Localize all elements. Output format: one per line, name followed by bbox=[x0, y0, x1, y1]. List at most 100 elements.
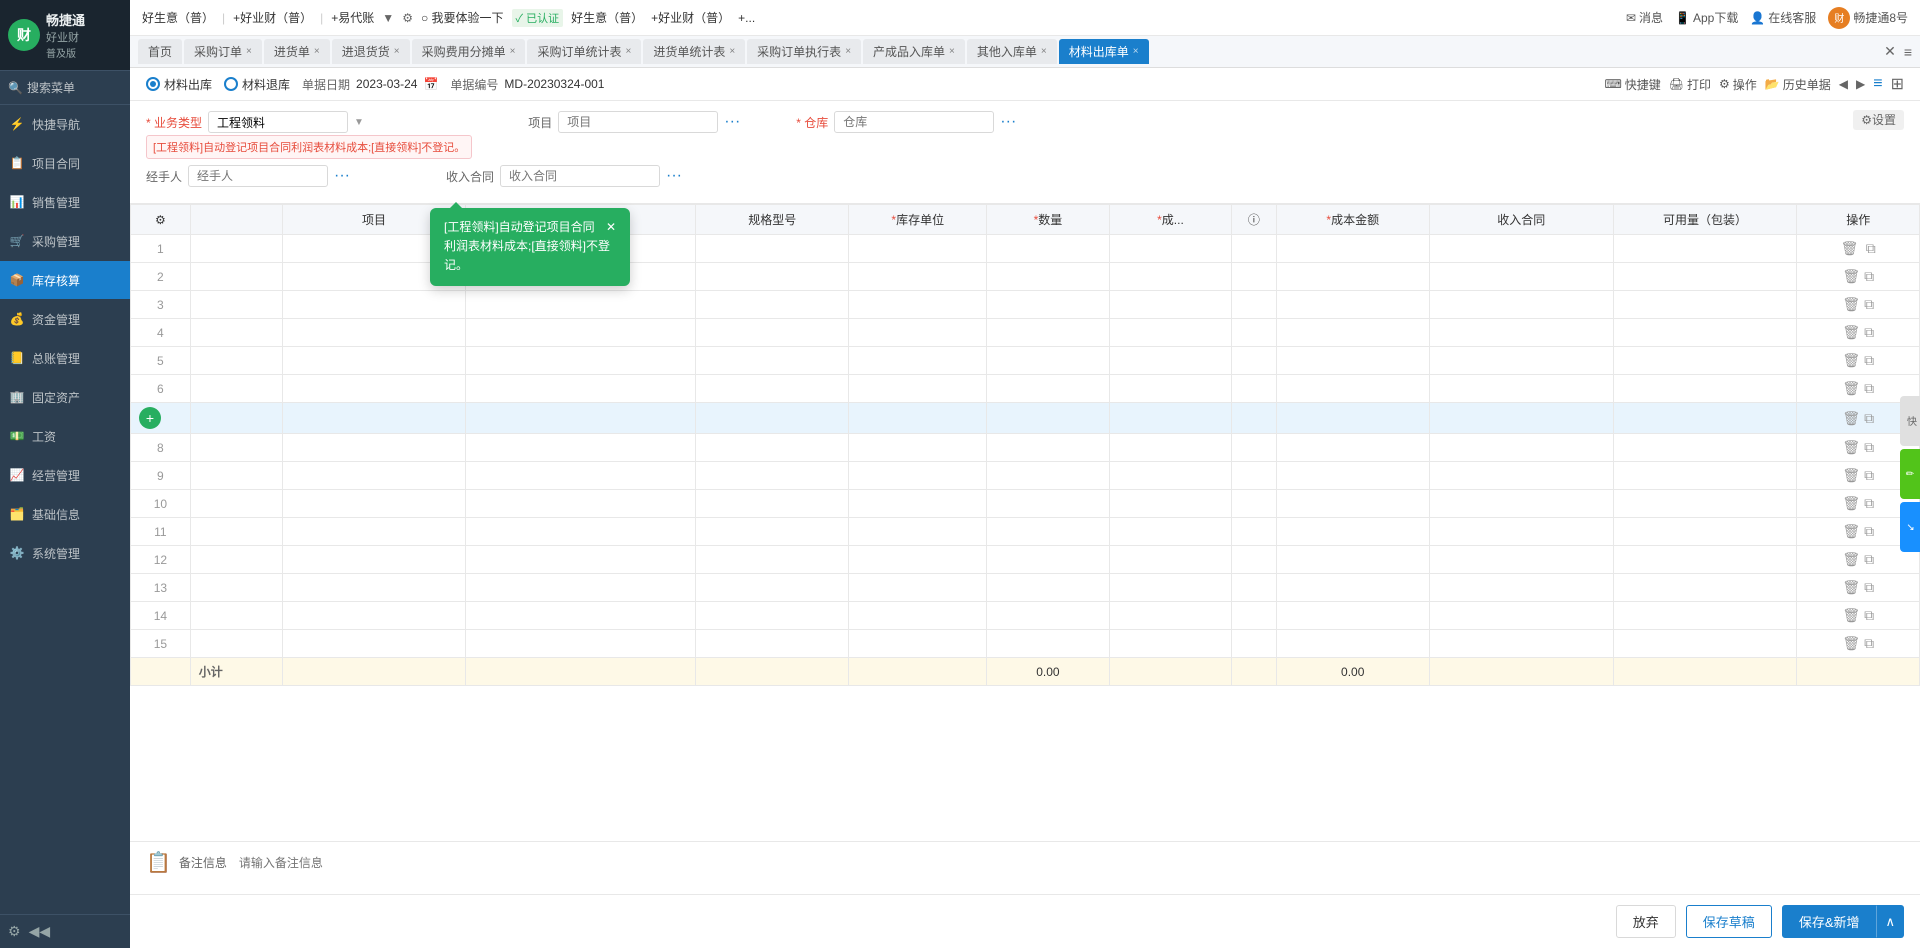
agent-dots-btn[interactable]: ··· bbox=[334, 168, 350, 184]
tab-purchase-return[interactable]: 进退货货× bbox=[332, 39, 410, 64]
project-input[interactable] bbox=[558, 111, 718, 133]
sidebar-item-inventory[interactable]: 📦 库存核算 bbox=[0, 261, 130, 300]
topbar-trial[interactable]: ○ 我要体验一下 bbox=[421, 9, 504, 26]
sidebar-item-project[interactable]: 📋 项目合同 bbox=[0, 144, 130, 183]
warehouse-input[interactable] bbox=[834, 111, 994, 133]
tooltip-close-btn[interactable]: ✕ bbox=[606, 218, 616, 237]
radio-material-out[interactable]: 材料出库 bbox=[146, 76, 212, 93]
tab-list-btn[interactable]: ≡ bbox=[1904, 44, 1912, 60]
delete-row-15-btn[interactable]: 🗑 bbox=[1842, 635, 1860, 651]
sidebar-item-system[interactable]: ⚙️ 系统管理 bbox=[0, 534, 130, 573]
sidebar-item-assets[interactable]: 🏢 固定资产 bbox=[0, 378, 130, 417]
delete-row-7-btn[interactable]: 🗑 bbox=[1842, 410, 1860, 426]
sidebar-settings-btn[interactable]: ⚙ bbox=[8, 923, 21, 940]
tab-close-purchase-order[interactable]: × bbox=[246, 46, 252, 57]
delete-row-3-btn[interactable]: 🗑 bbox=[1842, 296, 1860, 312]
delete-row-5-btn[interactable]: 🗑 bbox=[1842, 352, 1860, 368]
new-row-project-input[interactable] bbox=[291, 411, 458, 425]
topbar-online-service-btn[interactable]: 👤 在线客服 bbox=[1750, 9, 1816, 26]
copy-row-6-btn[interactable]: ⧉ bbox=[1864, 380, 1874, 396]
td-quantity-1[interactable] bbox=[987, 235, 1110, 263]
tab-other-in[interactable]: 其他入库单× bbox=[967, 39, 1057, 64]
quick-key-btn[interactable]: ⌨ 快捷键 bbox=[1604, 76, 1660, 93]
copy-row-10-btn[interactable]: ⧉ bbox=[1864, 495, 1874, 511]
save-draft-btn[interactable]: 保存草稿 bbox=[1686, 905, 1772, 938]
delete-row-11-btn[interactable]: 🗑 bbox=[1842, 523, 1860, 539]
project-dots-btn[interactable]: ··· bbox=[724, 114, 740, 130]
delete-row-12-btn[interactable]: 🗑 bbox=[1842, 551, 1860, 567]
td-cost-1[interactable] bbox=[1109, 235, 1232, 263]
copy-row-8-btn[interactable]: ⧉ bbox=[1864, 439, 1874, 455]
sidebar-item-sales[interactable]: 📊 销售管理 bbox=[0, 183, 130, 222]
tab-purchase-expense[interactable]: 采购费用分摊单× bbox=[412, 39, 526, 64]
topbar-link-3[interactable]: +易代账 bbox=[331, 9, 374, 26]
tab-close-purchase-in[interactable]: × bbox=[314, 46, 320, 57]
tab-purchase-order[interactable]: 采购订单× bbox=[184, 39, 262, 64]
warehouse-dots-btn[interactable]: ··· bbox=[1000, 114, 1016, 130]
tab-close-purchase-order-stats[interactable]: × bbox=[625, 46, 631, 57]
tab-purchase-order-exec[interactable]: 采购订单执行表× bbox=[747, 39, 861, 64]
delete-row-6-btn[interactable]: 🗑 bbox=[1842, 380, 1860, 396]
tab-material-out[interactable]: 材料出库单× bbox=[1059, 39, 1149, 64]
notes-input[interactable] bbox=[235, 850, 1904, 886]
tab-purchase-order-stats[interactable]: 采购订单统计表× bbox=[527, 39, 641, 64]
right-panel-btn-2[interactable]: ✏ bbox=[1900, 449, 1920, 499]
sidebar-item-quick-nav[interactable]: ⚡ 快捷导航 bbox=[0, 105, 130, 144]
sidebar-item-finance[interactable]: 💰 资金管理 bbox=[0, 300, 130, 339]
right-panel-btn-1[interactable]: 快 bbox=[1900, 396, 1920, 446]
copy-row-12-btn[interactable]: ⧉ bbox=[1864, 551, 1874, 567]
user-avatar-btn[interactable]: 财 畅捷通8号 bbox=[1828, 7, 1908, 29]
delete-row-9-btn[interactable]: 🗑 bbox=[1842, 467, 1860, 483]
delete-row-10-btn[interactable]: 🗑 bbox=[1842, 495, 1860, 511]
copy-row-2-btn[interactable]: ⧉ bbox=[1864, 268, 1874, 284]
topbar-link-1[interactable]: 好生意（普） bbox=[142, 9, 214, 26]
save-new-btn[interactable]: 保存&新增 bbox=[1782, 905, 1877, 938]
copy-row-11-btn[interactable]: ⧉ bbox=[1864, 523, 1874, 539]
td-cost-amount-1[interactable] bbox=[1276, 235, 1429, 263]
nav-next-btn[interactable]: ▶ bbox=[1856, 77, 1865, 91]
radio-material-return[interactable]: 材料退库 bbox=[224, 76, 290, 93]
sidebar-item-payroll[interactable]: 💵 工资 bbox=[0, 417, 130, 456]
copy-row-15-btn[interactable]: ⧉ bbox=[1864, 635, 1874, 651]
tab-close-purchase-in-stats[interactable]: × bbox=[729, 46, 735, 57]
nav-prev-btn[interactable]: ◀ bbox=[1839, 77, 1848, 91]
copy-row-9-btn[interactable]: ⧉ bbox=[1864, 467, 1874, 483]
copy-row-4-btn[interactable]: ⧉ bbox=[1864, 324, 1874, 340]
income-contract-input[interactable] bbox=[500, 165, 660, 187]
delete-row-13-btn[interactable]: 🗑 bbox=[1842, 579, 1860, 595]
sidebar-item-ops[interactable]: 📈 经营管理 bbox=[0, 456, 130, 495]
delete-row-2-btn[interactable]: 🗑 bbox=[1842, 268, 1860, 284]
th-settings[interactable]: ⚙ bbox=[131, 205, 191, 235]
tab-close-material-out[interactable]: × bbox=[1133, 46, 1139, 57]
copy-row-14-btn[interactable]: ⧉ bbox=[1864, 607, 1874, 623]
copy-row-1-btn[interactable]: ⧉ bbox=[1866, 240, 1876, 256]
new-row-material-input[interactable] bbox=[474, 411, 687, 425]
topbar-dropdown-btn[interactable]: ▼ bbox=[382, 11, 394, 25]
topbar-message-btn[interactable]: ✉ 消息 bbox=[1626, 9, 1663, 26]
topbar-more[interactable]: +... bbox=[738, 11, 755, 25]
tab-close-purchase-expense[interactable]: × bbox=[510, 46, 516, 57]
tab-close-purchase-order-exec[interactable]: × bbox=[845, 46, 851, 57]
tab-purchase-in[interactable]: 进货单× bbox=[264, 39, 330, 64]
sidebar-item-accounting[interactable]: 📒 总账管理 bbox=[0, 339, 130, 378]
td-income-1[interactable] bbox=[1429, 235, 1613, 263]
tab-close-all-btn[interactable]: ✕ bbox=[1884, 43, 1896, 60]
view-list-btn[interactable]: ≡ bbox=[1873, 75, 1882, 93]
delete-row-8-btn[interactable]: 🗑 bbox=[1842, 439, 1860, 455]
calendar-icon[interactable]: 📅 bbox=[423, 77, 438, 91]
tab-purchase-in-stats[interactable]: 进货单统计表× bbox=[643, 39, 745, 64]
td-unit-1[interactable] bbox=[849, 235, 987, 263]
copy-row-3-btn[interactable]: ⧉ bbox=[1864, 296, 1874, 312]
right-panel-btn-3[interactable]: ↗ bbox=[1900, 502, 1920, 552]
add-row-btn[interactable]: + bbox=[139, 407, 161, 429]
copy-row-7-btn[interactable]: ⧉ bbox=[1864, 410, 1874, 426]
page-settings-btn[interactable]: ⚙设置 bbox=[1853, 110, 1904, 130]
delete-row-14-btn[interactable]: 🗑 bbox=[1842, 607, 1860, 623]
agent-input[interactable] bbox=[188, 165, 328, 187]
tab-close-purchase-return[interactable]: × bbox=[394, 46, 400, 57]
tab-finished-in[interactable]: 产成品入库单× bbox=[863, 39, 965, 64]
biz-type-input[interactable] bbox=[208, 111, 348, 133]
discard-btn[interactable]: 放弃 bbox=[1616, 905, 1676, 938]
td-spec-1[interactable] bbox=[696, 235, 849, 263]
income-contract-dots-btn[interactable]: ··· bbox=[666, 168, 682, 184]
